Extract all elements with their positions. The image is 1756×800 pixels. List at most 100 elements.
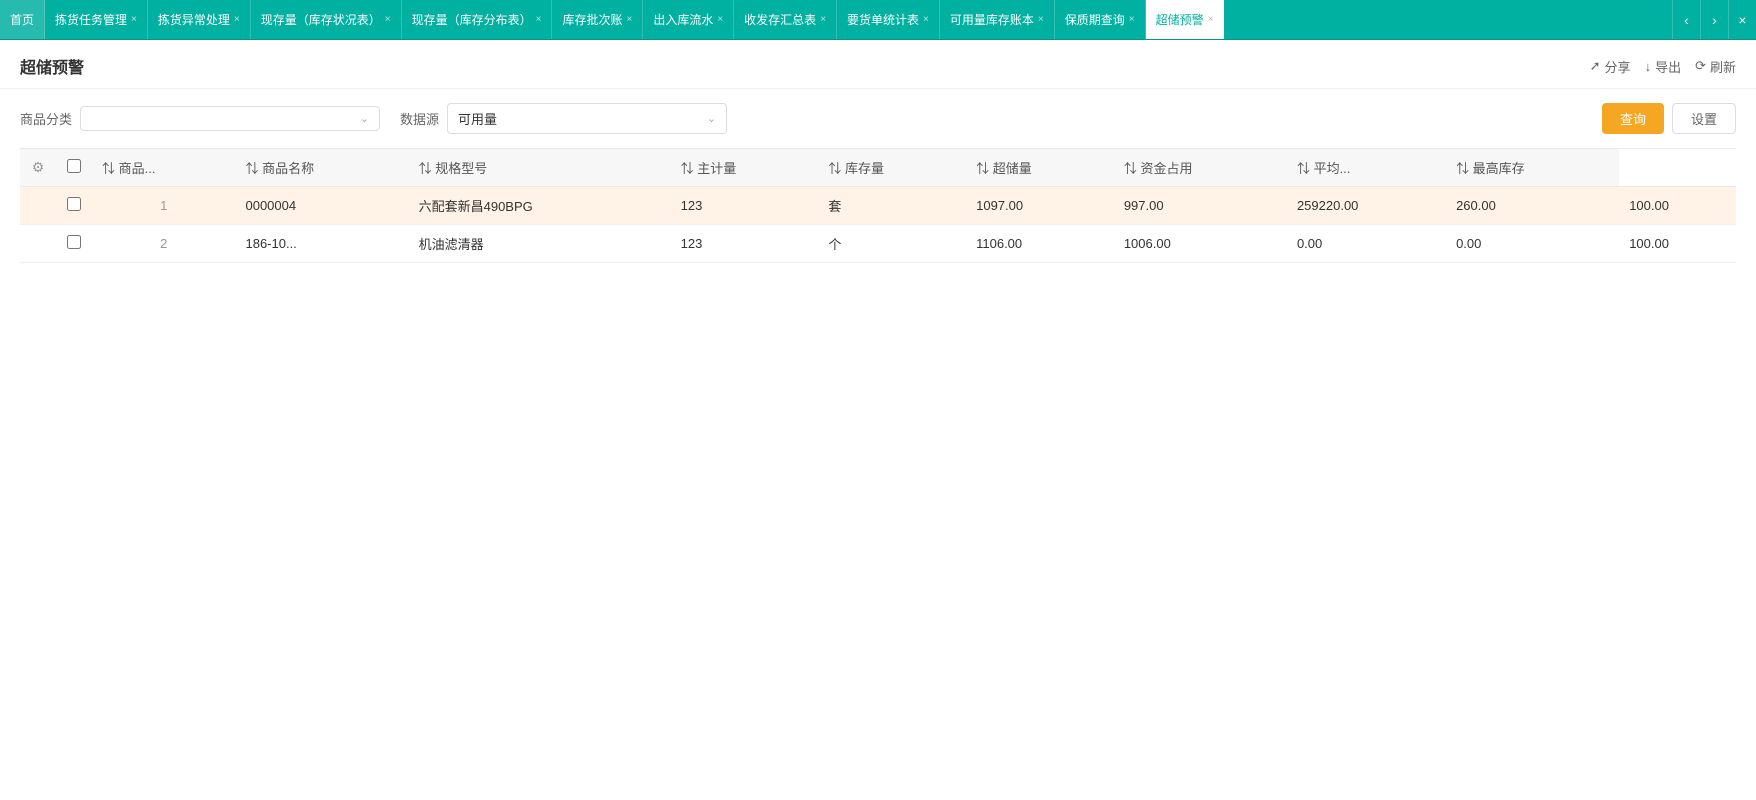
row-index-cell: 2 (92, 225, 235, 263)
nav-tab-9-label: 可用量库存账本 (950, 11, 1034, 28)
col-maxstock-label: ⇅ 最高库存 (1456, 161, 1525, 176)
nav-tab-4-label: 现存量（库存分布表） (412, 11, 532, 28)
table-row: 1 0000004 六配套新昌490BPG 123 套 1097.00 997.… (20, 187, 1736, 225)
row-capital: 259220.00 (1287, 187, 1446, 225)
table-body: 1 0000004 六配套新昌490BPG 123 套 1097.00 997.… (20, 187, 1736, 263)
col-header-avg[interactable]: ⇅ 平均... (1287, 149, 1446, 187)
nav-tab-3-close[interactable]: × (385, 14, 391, 25)
row-stock: 1097.00 (966, 187, 1114, 225)
nav-tab-4[interactable]: 现存量（库存分布表） × (402, 0, 553, 40)
col-header-product-name[interactable]: ⇅ 商品名称 (235, 149, 408, 187)
nav-tab-1-label: 拣货任务管理 (55, 11, 127, 28)
col-header-product-code[interactable]: ⇅ 商品... (92, 149, 235, 187)
nav-tab-8-label: 要货单统计表 (847, 11, 919, 28)
row-index-cell: 1 (92, 187, 235, 225)
nav-arrow-left-button[interactable]: ‹ (1672, 0, 1700, 40)
nav-tab-7-close[interactable]: × (820, 14, 826, 25)
nav-tab-3[interactable]: 现存量（库存状况表） × (251, 0, 402, 40)
row-avg: 260.00 (1446, 187, 1619, 225)
col-header-spec[interactable]: ⇅ 规格型号 (409, 149, 671, 187)
col-stock-label: ⇅ 库存量 (828, 161, 884, 176)
row-unit: 套 (818, 187, 966, 225)
row-gear-cell (20, 225, 56, 263)
category-filter-label: 商品分类 (20, 109, 72, 128)
row-product-code: 186-10... (235, 225, 408, 263)
nav-tab-9[interactable]: 可用量库存账本 × (940, 0, 1055, 40)
col-product-code-label: ⇅ 商品... (102, 161, 155, 176)
nav-tab-11-label: 超储预警 (1156, 11, 1204, 28)
nav-tab-10-label: 保质期查询 (1065, 11, 1125, 28)
row-maxstock: 100.00 (1619, 225, 1736, 263)
row-capital: 0.00 (1287, 225, 1446, 263)
datasource-chevron-icon: ⌄ (707, 112, 716, 125)
nav-tab-6[interactable]: 出入库流水 × (643, 0, 734, 40)
row-product-name: 六配套新昌490BPG (409, 187, 671, 225)
data-table: ⚙ ⇅ 商品... ⇅ 商品名称 ⇅ 规格型号 ⇅ 主计量 (20, 148, 1736, 263)
nav-tab-7[interactable]: 收发存汇总表 × (734, 0, 837, 40)
row-stock: 1106.00 (966, 225, 1114, 263)
settings-button[interactable]: 设置 (1672, 103, 1736, 134)
category-select[interactable]: ⌄ (80, 106, 380, 131)
row-product-name: 机油滤清器 (409, 225, 671, 263)
col-header-unit[interactable]: ⇅ 主计量 (671, 149, 819, 187)
table-row: 2 186-10... 机油滤清器 123 个 1106.00 1006.00 … (20, 225, 1736, 263)
nav-tab-8-close[interactable]: × (923, 14, 929, 25)
col-product-name-label: ⇅ 商品名称 (245, 161, 314, 176)
table-header-row: ⚙ ⇅ 商品... ⇅ 商品名称 ⇅ 规格型号 ⇅ 主计量 (20, 149, 1736, 187)
col-header-capital[interactable]: ⇅ 资金占用 (1114, 149, 1287, 187)
row-avg: 0.00 (1446, 225, 1619, 263)
datasource-select[interactable]: 可用量 ⌄ (447, 103, 727, 134)
col-header-maxstock[interactable]: ⇅ 最高库存 (1446, 149, 1619, 187)
nav-tab-6-close[interactable]: × (717, 14, 723, 25)
table-wrapper: ⚙ ⇅ 商品... ⇅ 商品名称 ⇅ 规格型号 ⇅ 主计量 (0, 148, 1756, 263)
share-button[interactable]: ➚ 分享 (1590, 57, 1631, 76)
nav-tab-11-close[interactable]: × (1208, 14, 1214, 25)
top-navigation: 首页 拣货任务管理 × 拣货异常处理 × 现存量（库存状况表） × 现存量（库存… (0, 0, 1756, 40)
nav-tab-5-label: 库存批次账 (562, 11, 622, 28)
row-checkbox-0[interactable] (67, 197, 81, 211)
nav-tab-home-label: 首页 (10, 11, 34, 28)
nav-arrow-right-button[interactable]: › (1700, 0, 1728, 40)
export-button[interactable]: ↓ 导出 (1645, 57, 1682, 76)
row-overstock: 997.00 (1114, 187, 1287, 225)
nav-tab-2-label: 拣货异常处理 (158, 11, 230, 28)
nav-tab-5[interactable]: 库存批次账 × (552, 0, 643, 40)
page-container: 超储预警 ➚ 分享 ↓ 导出 ⟳ 刷新 商品分类 ⌄ 数据源 (0, 40, 1756, 800)
nav-tab-2[interactable]: 拣货异常处理 × (148, 0, 251, 40)
nav-tab-2-close[interactable]: × (234, 14, 240, 25)
refresh-icon: ⟳ (1695, 58, 1706, 74)
col-capital-label: ⇅ 资金占用 (1124, 161, 1193, 176)
row-maxstock: 100.00 (1619, 187, 1736, 225)
row-checkbox-1[interactable] (67, 235, 81, 249)
datasource-filter-label: 数据源 (400, 109, 439, 128)
nav-tab-5-close[interactable]: × (626, 14, 632, 25)
col-spec-label: ⇅ 规格型号 (419, 161, 488, 176)
col-header-overstock[interactable]: ⇅ 超储量 (966, 149, 1114, 187)
col-overstock-label: ⇅ 超储量 (976, 161, 1032, 176)
nav-tab-9-close[interactable]: × (1038, 14, 1044, 25)
filter-bar: 商品分类 ⌄ 数据源 可用量 ⌄ 查询 设置 (0, 89, 1756, 148)
nav-tab-home[interactable]: 首页 (0, 0, 45, 40)
settings-gear-icon[interactable]: ⚙ (32, 159, 45, 175)
refresh-button[interactable]: ⟳ 刷新 (1695, 57, 1736, 76)
row-check-cell (56, 187, 92, 225)
header-actions: ➚ 分享 ↓ 导出 ⟳ 刷新 (1590, 57, 1736, 76)
col-header-stock[interactable]: ⇅ 库存量 (818, 149, 966, 187)
nav-tab-4-close[interactable]: × (536, 14, 542, 25)
nav-tab-7-label: 收发存汇总表 (744, 11, 816, 28)
query-button[interactable]: 查询 (1602, 103, 1664, 134)
refresh-label: 刷新 (1710, 57, 1736, 76)
category-chevron-icon: ⌄ (360, 112, 369, 125)
nav-tab-10[interactable]: 保质期查询 × (1055, 0, 1146, 40)
nav-tab-11[interactable]: 超储预警 × (1146, 0, 1225, 40)
nav-tab-10-close[interactable]: × (1129, 14, 1135, 25)
nav-tab-1[interactable]: 拣货任务管理 × (45, 0, 148, 40)
nav-tab-1-close[interactable]: × (131, 14, 137, 25)
category-filter-item: 商品分类 ⌄ (20, 106, 380, 131)
select-all-checkbox[interactable] (67, 159, 81, 173)
col-header-gear: ⚙ (20, 149, 56, 187)
page-header: 超储预警 ➚ 分享 ↓ 导出 ⟳ 刷新 (0, 40, 1756, 89)
datasource-select-value: 可用量 (458, 109, 497, 128)
nav-arrow-close-button[interactable]: × (1728, 0, 1756, 40)
nav-tab-8[interactable]: 要货单统计表 × (837, 0, 940, 40)
